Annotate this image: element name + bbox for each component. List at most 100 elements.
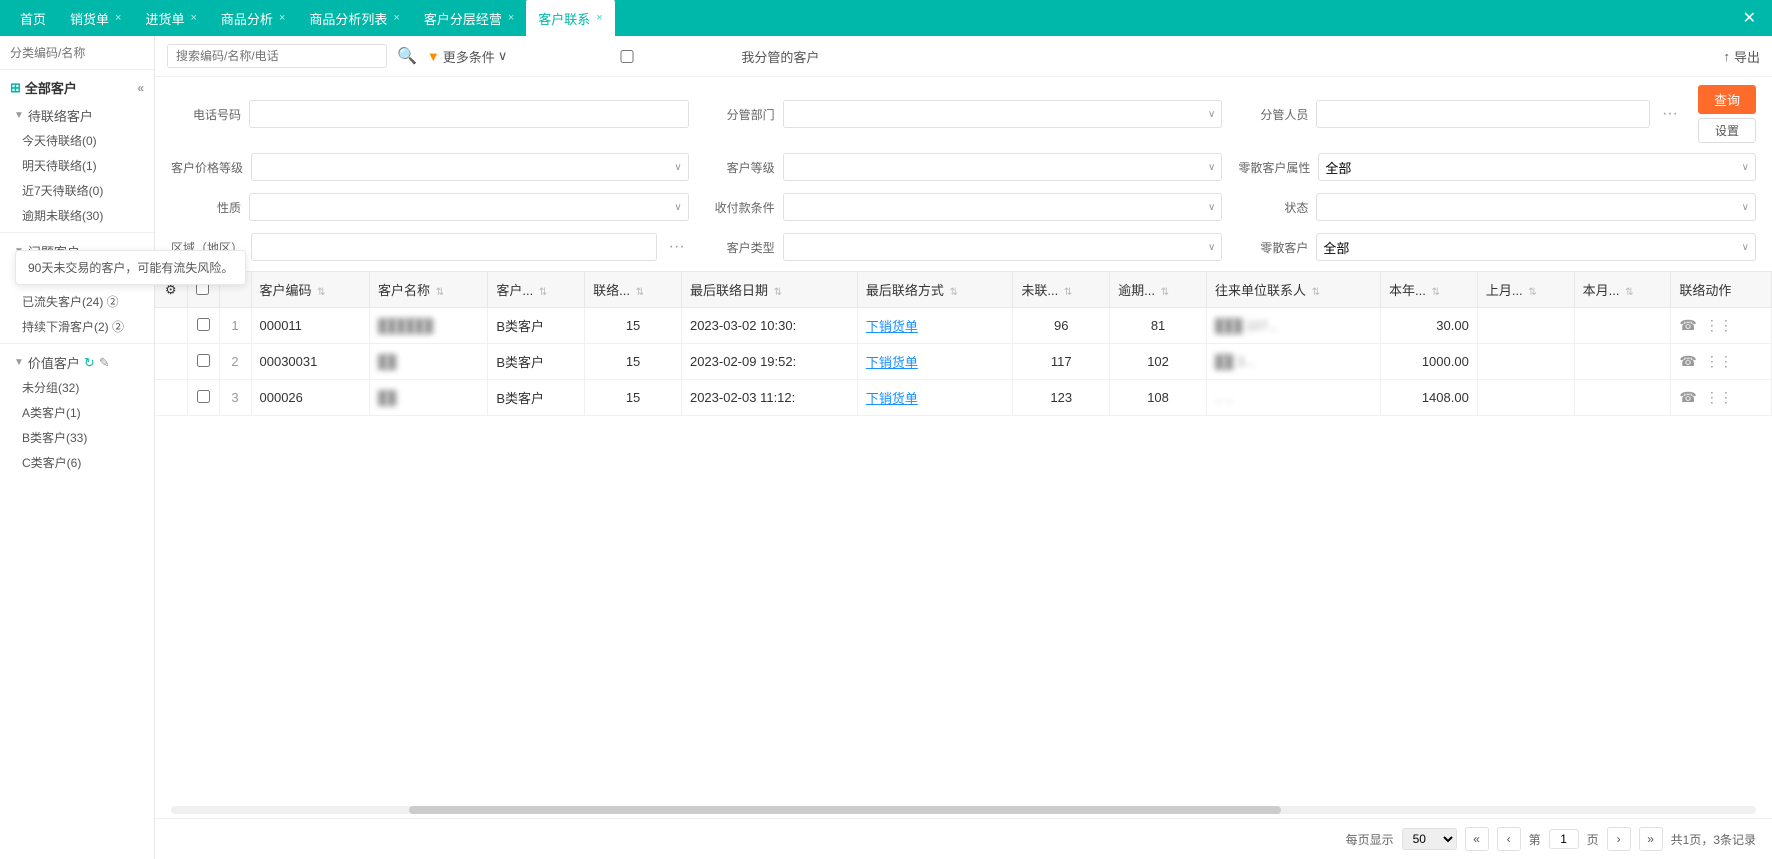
nav-customer-segment[interactable]: 客户分层经营 × — [412, 0, 526, 36]
more-conditions-btn[interactable]: ▼ 更多条件 ∨ — [427, 47, 507, 66]
col-code[interactable]: 客户编码 ⇅ — [251, 272, 369, 308]
row-name: ██ — [369, 380, 487, 416]
window-close[interactable]: ✕ — [1735, 8, 1764, 28]
search-button[interactable]: 🔍 — [397, 46, 417, 66]
nav-analysis-close[interactable]: × — [279, 12, 285, 24]
sidebar-item-churned[interactable]: 已流失客户(24) ② — [0, 289, 154, 314]
row-checkbox[interactable] — [187, 344, 219, 380]
sort-icon8: ⇅ — [1161, 287, 1169, 298]
nav-purchase[interactable]: 进货单 × — [133, 0, 208, 36]
collapse-icon[interactable]: « — [137, 81, 144, 95]
sidebar-item-declining[interactable]: 持续下滑客户(2) ② — [0, 314, 154, 339]
sidebar-group-pending[interactable]: ▼ 待联络客户 — [0, 101, 154, 128]
horizontal-scrollbar[interactable] — [171, 806, 1756, 814]
row-last-method[interactable]: 下销货单 — [857, 308, 1013, 344]
nav-purchase-close[interactable]: × — [190, 12, 196, 24]
row-settings — [155, 344, 187, 380]
settings-button[interactable]: 设置 — [1698, 118, 1756, 143]
sort-icon7: ⇅ — [1064, 287, 1072, 298]
sidebar-group-value[interactable]: ▼ 价值客户 ↻ ✎ — [0, 348, 154, 375]
grid-icon: ⊞ — [10, 80, 21, 96]
table-row: 3 000026 ██ B类客户 15 2023-02-03 11:12: 下销… — [155, 380, 1772, 416]
retail-customer-select[interactable]: 全部 ∨ — [1316, 233, 1756, 261]
export-button[interactable]: ↑ 导出 — [1723, 47, 1760, 66]
price-level-select[interactable]: ∨ — [251, 153, 689, 181]
sidebar-all-customers[interactable]: ⊞ 全部客户 « — [0, 70, 154, 101]
contact-action-icon[interactable]: ☎ — [1679, 389, 1696, 406]
col-this-month[interactable]: 本月... ⇅ — [1574, 272, 1671, 308]
sidebar-item-7days-pending[interactable]: 近7天待联络(0) — [0, 178, 154, 203]
more-action-icon[interactable]: ⋮⋮ — [1705, 317, 1733, 334]
sidebar-item-ungrouped[interactable]: 未分组(32) — [0, 375, 154, 400]
sidebar-item-tomorrow-pending[interactable]: 明天待联络(1) — [0, 153, 154, 178]
col-this-year[interactable]: 本年... ⇅ — [1381, 272, 1478, 308]
nav-customer-contact-close[interactable]: × — [596, 12, 602, 24]
more-action-icon[interactable]: ⋮⋮ — [1705, 389, 1733, 406]
scrollbar-thumb[interactable] — [409, 806, 1281, 814]
per-page-select[interactable]: 50 100 200 — [1402, 828, 1457, 850]
region-more-btn[interactable]: ··· — [665, 238, 689, 256]
contact-action-icon[interactable]: ☎ — [1679, 317, 1696, 334]
search-input[interactable] — [167, 44, 387, 68]
nav-customer-segment-close[interactable]: × — [508, 12, 514, 24]
manager-select[interactable] — [1316, 100, 1650, 128]
my-customers-checkbox-label[interactable]: 我分管的客户 — [517, 47, 819, 66]
customer-level-select[interactable]: ∨ — [783, 153, 1223, 181]
col-company-contact[interactable]: 往来单位联系人 ⇅ — [1206, 272, 1380, 308]
dept-select[interactable]: ∨ — [783, 100, 1223, 128]
row-overdue: 108 — [1110, 380, 1207, 416]
col-last-month[interactable]: 上月... ⇅ — [1477, 272, 1574, 308]
pagination-first[interactable]: « — [1465, 827, 1489, 851]
chevron-down-icon3: ∨ — [674, 162, 681, 173]
phone-input[interactable] — [249, 100, 689, 128]
nature-select[interactable]: ∨ — [249, 193, 689, 221]
nav-analysis-list-close[interactable]: × — [393, 12, 399, 24]
row-last-method[interactable]: 下销货单 — [857, 380, 1013, 416]
edit-icon[interactable]: ✎ — [99, 355, 110, 371]
filter-row-phone: 电话号码 — [171, 85, 689, 143]
page-number-input[interactable] — [1549, 829, 1579, 849]
status-select[interactable]: ∨ — [1316, 193, 1756, 221]
sidebar-item-a-class[interactable]: A类客户(1) — [0, 400, 154, 425]
row-contact: 15 — [585, 308, 682, 344]
nav-analysis[interactable]: 商品分析 × — [209, 0, 297, 36]
nav-sales-close[interactable]: × — [115, 12, 121, 24]
nav-customer-contact[interactable]: 客户联系 × — [526, 0, 614, 36]
col-contact[interactable]: 联络... ⇅ — [585, 272, 682, 308]
filter-row-customer-type: 客户类型 ∨ — [705, 231, 1223, 263]
row-last-method[interactable]: 下销货单 — [857, 344, 1013, 380]
pagination-next[interactable]: › — [1607, 827, 1631, 851]
pagination-prev[interactable]: ‹ — [1497, 827, 1521, 851]
manager-more-btn[interactable]: ··· — [1658, 105, 1682, 123]
row-checkbox[interactable] — [187, 308, 219, 344]
col-overdue[interactable]: 逾期... ⇅ — [1110, 272, 1207, 308]
contact-action-icon[interactable]: ☎ — [1679, 353, 1696, 370]
payment-select[interactable]: ∨ — [783, 193, 1223, 221]
customer-table: ⚙ 客户编码 ⇅ 客户名称 ⇅ 客户... ⇅ 联络... ⇅ 最后联络日期 ⇅… — [155, 272, 1772, 416]
more-action-icon[interactable]: ⋮⋮ — [1705, 353, 1733, 370]
sidebar-search-input[interactable] — [10, 46, 155, 60]
retail-attr-select[interactable]: 全部 ∨ — [1318, 153, 1756, 181]
nav-home[interactable]: 首页 — [8, 0, 58, 36]
my-customers-checkbox[interactable] — [517, 50, 737, 63]
row-checkbox[interactable] — [187, 380, 219, 416]
sidebar-item-c-class[interactable]: C类客户(6) — [0, 450, 154, 475]
sidebar-item-today-pending[interactable]: 今天待联络(0) — [0, 128, 154, 153]
region-select[interactable] — [251, 233, 657, 261]
nav-sales[interactable]: 销货单 × — [58, 0, 133, 36]
col-name[interactable]: 客户名称 ⇅ — [369, 272, 487, 308]
sidebar-item-overdue-pending[interactable]: 逾期未联络(30) — [0, 203, 154, 228]
sort-icon4: ⇅ — [636, 287, 644, 298]
query-button[interactable]: 查询 — [1698, 85, 1756, 114]
refresh-icon[interactable]: ↻ — [84, 355, 95, 371]
col-type[interactable]: 客户... ⇅ — [488, 272, 585, 308]
col-last-date[interactable]: 最后联络日期 ⇅ — [681, 272, 857, 308]
nav-analysis-list[interactable]: 商品分析列表 × — [297, 0, 411, 36]
col-not-contacted[interactable]: 未联... ⇅ — [1013, 272, 1110, 308]
customer-type-select[interactable]: ∨ — [783, 233, 1223, 261]
sidebar-item-b-class[interactable]: B类客户(33) — [0, 425, 154, 450]
pagination-last[interactable]: » — [1639, 827, 1663, 851]
filter-row-price-level: 客户价格等级 ∨ — [171, 151, 689, 183]
row-this-month — [1574, 308, 1671, 344]
col-last-method[interactable]: 最后联络方式 ⇅ — [857, 272, 1013, 308]
